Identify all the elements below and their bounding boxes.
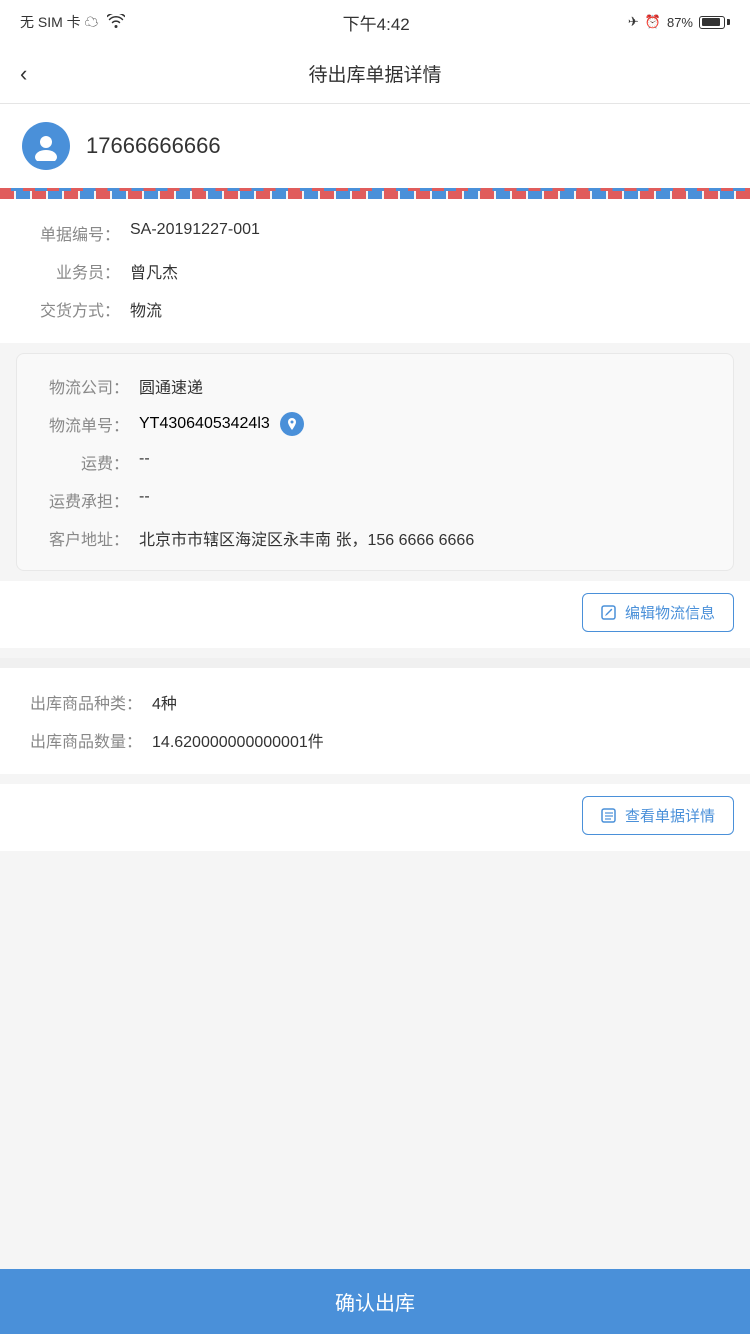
view-btn-container: 查看单据详情 [0,784,750,851]
edit-logistics-button[interactable]: 编辑物流信息 [582,593,734,632]
address-label: 客户地址： [39,526,129,550]
tracking-number-value: YT43064053424l3 [139,415,270,433]
confirm-btn-container: 确认出库 [0,1269,750,1334]
freight-bear-row: 运费承担： -- [39,488,711,512]
back-button[interactable]: ‹ [20,61,27,87]
delivery-method-label: 交货方式： [30,297,120,321]
tracking-label: 物流单号： [39,412,129,436]
section-separator [0,658,750,668]
page-title: 待出库单据详情 [308,60,441,87]
list-icon [601,808,617,824]
stats-section: 出库商品种类： 4种 出库商品数量： 14.620000000000001件 [0,668,750,774]
types-value: 4种 [152,690,177,714]
quantity-row: 出库商品数量： 14.620000000000001件 [30,728,720,752]
alarm-icon: ⏰ [645,14,661,30]
address-row: 客户地址： 北京市市辖区海淀区永丰南 张，156 6666 6666 [39,526,711,550]
freight-bear-value: -- [139,488,711,506]
sales-person-value: 曾凡杰 [130,259,720,283]
view-details-label: 查看单据详情 [625,805,715,826]
basic-info-section: 单据编号： SA-20191227-001 业务员： 曾凡杰 交货方式： 物流 [0,199,750,343]
customer-header: 17666666666 [0,104,750,191]
freight-label: 运费： [39,450,129,474]
sim-status: 无 SIM 卡 ☁ [20,12,99,32]
nav-bar: ‹ 待出库单据详情 [0,44,750,104]
quantity-label: 出库商品数量： [30,728,142,752]
dashed-separator [0,191,750,199]
tracking-value-container: YT43064053424l3 [139,412,711,436]
document-number-label: 单据编号： [30,221,120,245]
freight-bear-label: 运费承担： [39,488,129,512]
wifi-icon [107,14,125,31]
edit-logistics-label: 编辑物流信息 [625,602,715,623]
document-number-row: 单据编号： SA-20191227-001 [30,221,720,245]
document-number-value: SA-20191227-001 [130,221,720,239]
freight-value: -- [139,450,711,468]
confirm-outbound-button[interactable]: 确认出库 [0,1287,750,1316]
address-value: 北京市市辖区海淀区永丰南 张，156 6666 6666 [139,526,711,550]
tracking-number-row: 物流单号： YT43064053424l3 [39,412,711,436]
types-row: 出库商品种类： 4种 [30,690,720,714]
delivery-method-row: 交货方式： 物流 [30,297,720,321]
types-label: 出库商品种类： [30,690,142,714]
battery-icon [699,16,730,29]
location-status-icon: ✈ [628,14,639,30]
view-details-button[interactable]: 查看单据详情 [582,796,734,835]
status-right: ✈ ⏰ 87% [628,14,730,30]
page-spacer [0,861,750,1001]
customer-phone: 17666666666 [86,133,221,159]
edit-btn-container: 编辑物流信息 [0,581,750,648]
battery-percentage: 87% [667,15,693,30]
edit-icon [601,605,617,621]
delivery-method-value: 物流 [130,297,720,321]
logistics-company-value: 圆通速递 [139,374,711,398]
freight-row: 运费： -- [39,450,711,474]
status-time: 下午4:42 [343,10,410,35]
logistics-card: 物流公司： 圆通速递 物流单号： YT43064053424l3 运费： -- … [16,353,734,571]
sales-person-label: 业务员： [30,259,120,283]
sales-person-row: 业务员： 曾凡杰 [30,259,720,283]
status-bar: 无 SIM 卡 ☁ 下午4:42 ✈ ⏰ 87% [0,0,750,44]
logistics-company-row: 物流公司： 圆通速递 [39,374,711,398]
tracking-location-icon[interactable] [280,412,304,436]
avatar [22,122,70,170]
quantity-value: 14.620000000000001件 [152,728,324,752]
status-left: 无 SIM 卡 ☁ [20,12,125,32]
logistics-company-label: 物流公司： [39,374,129,398]
